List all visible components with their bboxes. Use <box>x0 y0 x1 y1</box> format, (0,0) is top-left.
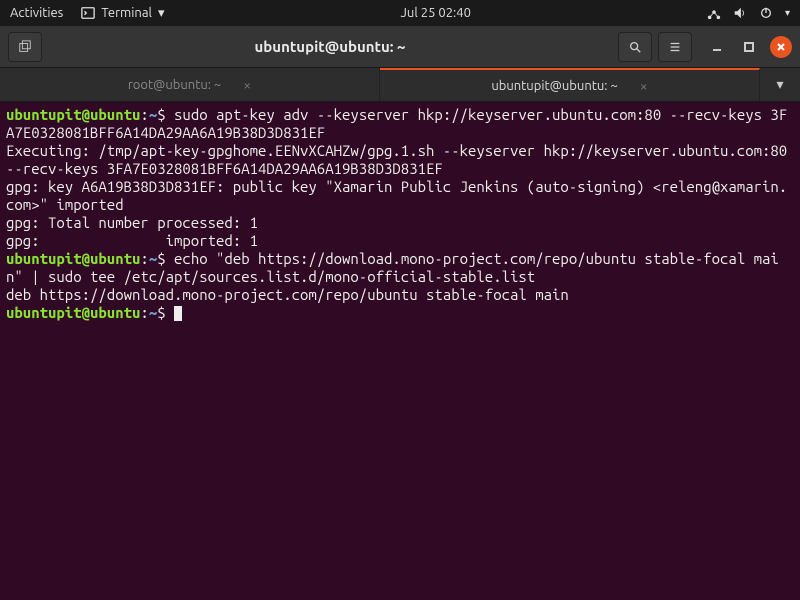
clock[interactable]: Jul 25 02:40 <box>182 6 689 20</box>
prompt-user: ubuntupit@ubuntu <box>6 304 140 321</box>
activities-button[interactable]: Activities <box>10 6 63 20</box>
output-line: Executing: /tmp/apt-key-gpghome.EENvXCAH… <box>6 142 796 177</box>
minimize-icon <box>712 42 722 52</box>
prompt-sep: : <box>140 106 148 123</box>
close-icon[interactable]: × <box>640 78 648 94</box>
output-line: deb https://download.mono-project.com/re… <box>6 286 569 303</box>
prompt-user: ubuntupit@ubuntu <box>6 106 140 123</box>
close-icon <box>776 42 786 52</box>
chevron-down-icon[interactable]: ▾ <box>785 7 790 19</box>
close-button[interactable] <box>770 36 792 58</box>
cursor <box>174 306 182 321</box>
search-icon <box>628 40 642 54</box>
search-button[interactable] <box>618 32 652 62</box>
terminal-icon <box>81 6 95 20</box>
tab-label: root@ubuntu: ~ <box>128 78 221 92</box>
tab-ubuntupit[interactable]: ubuntupit@ubuntu: ~ × <box>380 68 760 101</box>
prompt-path: ~ <box>149 304 157 321</box>
output-line: gpg: imported: 1 <box>6 232 258 249</box>
tab-root[interactable]: root@ubuntu: ~ × <box>0 68 380 101</box>
maximize-icon <box>744 42 754 52</box>
volume-icon[interactable] <box>733 6 747 20</box>
window-title: ubuntupit@ubuntu: ~ <box>48 38 612 55</box>
prompt-path: ~ <box>149 250 157 267</box>
tab-label: ubuntupit@ubuntu: ~ <box>491 79 617 93</box>
chevron-down-icon: ▾ <box>776 76 783 93</box>
gnome-topbar: Activities Terminal ▾ Jul 25 02:40 ▾ <box>0 0 800 26</box>
hamburger-icon <box>668 40 682 54</box>
window-titlebar: ubuntupit@ubuntu: ~ <box>0 26 800 68</box>
terminal-viewport[interactable]: ubuntupit@ubuntu:~$ sudo apt-key adv --k… <box>0 102 800 600</box>
chevron-down-icon: ▾ <box>158 6 165 21</box>
minimize-button[interactable] <box>706 36 728 58</box>
tab-dropdown-button[interactable]: ▾ <box>760 68 800 101</box>
output-line: gpg: Total number processed: 1 <box>6 214 258 231</box>
maximize-button[interactable] <box>738 36 760 58</box>
new-tab-button[interactable] <box>8 32 42 62</box>
close-icon[interactable]: × <box>243 77 251 93</box>
new-tab-icon <box>18 40 32 54</box>
prompt-path: ~ <box>149 106 157 123</box>
hamburger-menu-button[interactable] <box>658 32 692 62</box>
app-menu[interactable]: Terminal ▾ <box>81 6 164 21</box>
power-icon[interactable] <box>759 6 773 20</box>
network-icon[interactable] <box>707 6 721 20</box>
prompt-user: ubuntupit@ubuntu <box>6 250 140 267</box>
app-menu-label: Terminal <box>101 6 152 20</box>
output-line: gpg: key A6A19B38D3D831EF: public key "X… <box>6 178 787 213</box>
tab-bar: root@ubuntu: ~ × ubuntupit@ubuntu: ~ × ▾ <box>0 68 800 102</box>
